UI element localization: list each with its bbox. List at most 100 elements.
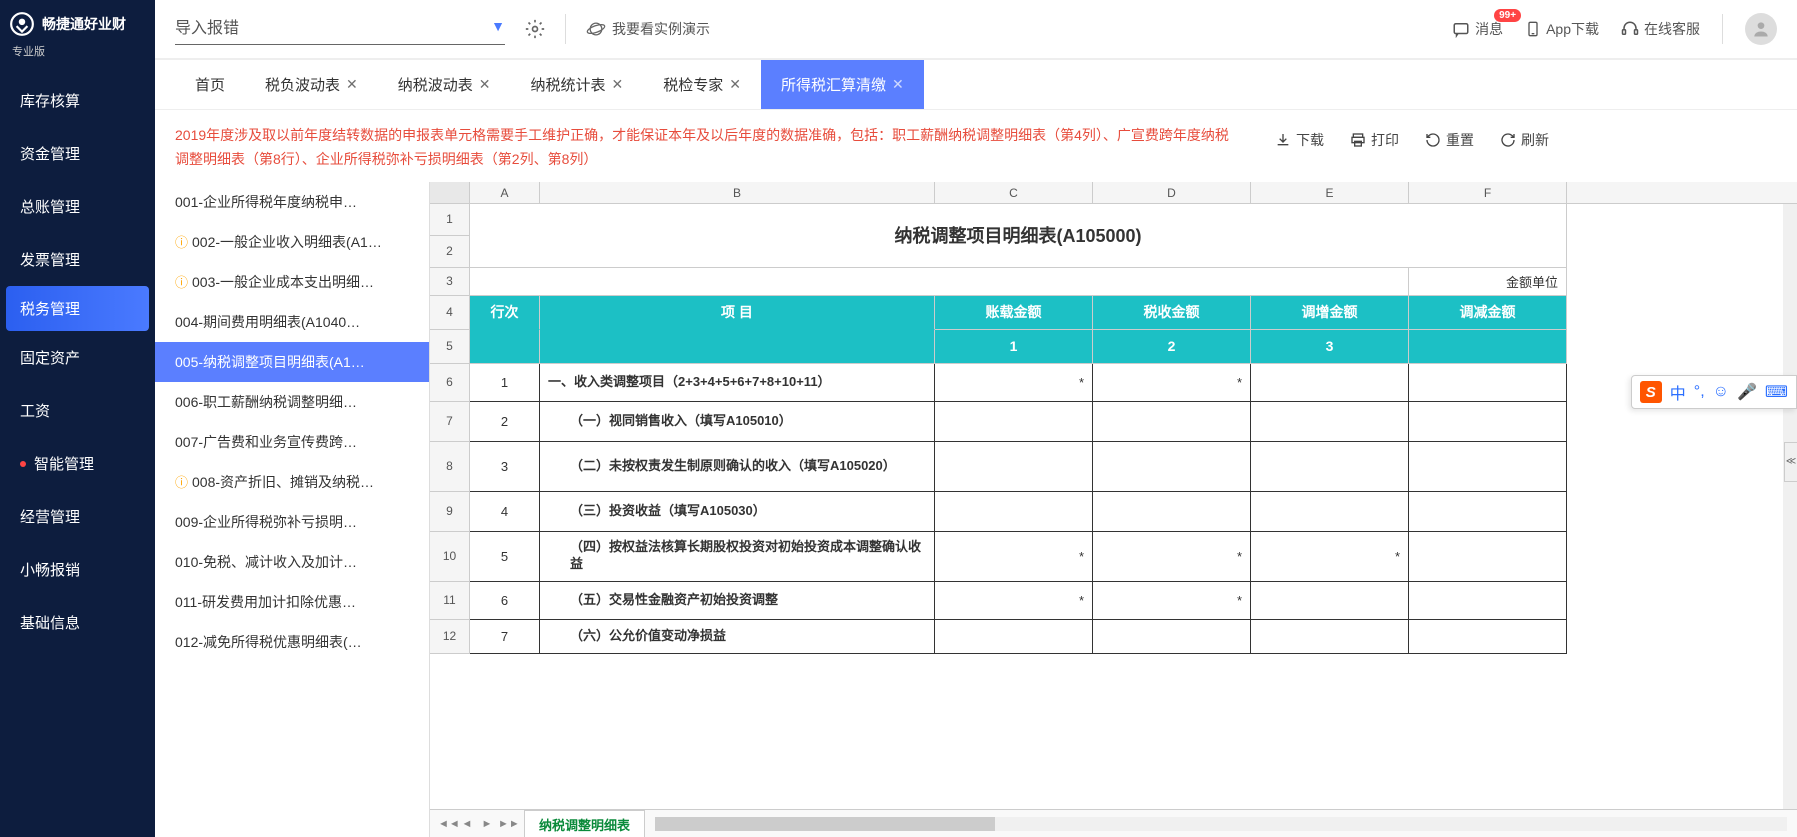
col-header-f[interactable]: F (1409, 182, 1567, 203)
cell[interactable] (1093, 442, 1251, 492)
close-icon[interactable]: ✕ (729, 76, 741, 93)
row-header[interactable]: 1 (430, 204, 470, 236)
refresh-button[interactable]: 刷新 (1500, 130, 1549, 150)
row-header[interactable]: 6 (430, 364, 470, 402)
sidebar-item[interactable]: 资金管理 (0, 127, 155, 180)
cell[interactable] (935, 402, 1093, 442)
cell[interactable] (1251, 364, 1409, 402)
cell[interactable] (935, 620, 1093, 654)
cell[interactable] (1409, 582, 1567, 620)
sidebar-item[interactable]: 固定资产 (0, 331, 155, 384)
cell[interactable]: * (935, 582, 1093, 620)
customer-service-button[interactable]: 在线客服 (1621, 19, 1700, 39)
cell[interactable]: （五）交易性金融资产初始投资调整 (540, 582, 935, 620)
row-header[interactable]: 8 (430, 442, 470, 492)
report-list-item[interactable]: ⓘ002-一般企业收入明细表(A1… (155, 222, 429, 262)
cell[interactable] (1409, 532, 1567, 582)
sheet-nav-next[interactable]: ► (478, 818, 496, 830)
row-header[interactable]: 7 (430, 402, 470, 442)
cell[interactable]: （六）公允价值变动净损益 (540, 620, 935, 654)
report-list-item[interactable]: ⓘ003-一般企业成本支出明细… (155, 262, 429, 302)
report-list-item[interactable]: 001-企业所得税年度纳税申… (155, 182, 429, 222)
cell[interactable]: （三）投资收益（填写A105030） (540, 492, 935, 532)
sheet-nav-first[interactable]: ◄◄ (438, 818, 456, 830)
row-header[interactable]: 5 (430, 330, 470, 364)
cell[interactable] (1409, 364, 1567, 402)
sheet-tab[interactable]: 纳税调整明细表 (524, 810, 645, 837)
page-tab[interactable]: 纳税统计表✕ (511, 60, 644, 109)
cell[interactable]: * (1251, 532, 1409, 582)
report-list-item[interactable]: 009-企业所得税弥补亏损明… (155, 502, 429, 542)
page-tab[interactable]: 税检专家✕ (643, 60, 761, 109)
cell[interactable]: （二）未按权责发生制原则确认的收入（填写A105020） (540, 442, 935, 492)
report-list-item[interactable]: 010-免税、减计收入及加计… (155, 542, 429, 582)
close-icon[interactable]: ✕ (892, 76, 904, 93)
ime-toolbar[interactable]: S 中 °, ☺ 🎤 ⌨ (1631, 375, 1797, 409)
cell[interactable] (1251, 402, 1409, 442)
col-header-d[interactable]: D (1093, 182, 1251, 203)
cell[interactable]: （一）视同销售收入（填写A105010） (540, 402, 935, 442)
report-list-item[interactable]: 005-纳税调整项目明细表(A1… (155, 342, 429, 382)
row-header[interactable]: 12 (430, 620, 470, 654)
report-list-item[interactable]: 011-研发费用加计扣除优惠… (155, 582, 429, 622)
page-tab[interactable]: 所得税汇算清缴✕ (761, 60, 924, 109)
reset-button[interactable]: 重置 (1425, 130, 1474, 150)
page-tab[interactable]: 首页 (175, 60, 245, 109)
cell[interactable] (1251, 620, 1409, 654)
cell[interactable] (1409, 442, 1567, 492)
cell[interactable]: 7 (470, 620, 540, 654)
sheet-title[interactable]: 纳税调整项目明细表(A105000) (470, 204, 1567, 268)
horizontal-scrollbar[interactable] (655, 817, 1787, 831)
cell[interactable]: （四）按权益法核算长期股权投资对初始投资成本调整确认收益 (540, 532, 935, 582)
col-header-e[interactable]: E (1251, 182, 1409, 203)
cell[interactable] (470, 268, 1409, 296)
ime-emoji-icon[interactable]: ☺ (1713, 383, 1729, 401)
sheet-nav-last[interactable]: ►► (498, 818, 516, 830)
ime-punct-icon[interactable]: °, (1694, 383, 1705, 401)
messages-button[interactable]: 消息 99+ (1452, 19, 1503, 39)
select-all-corner[interactable] (430, 182, 470, 203)
page-tab[interactable]: 税负波动表✕ (245, 60, 378, 109)
cell[interactable] (1409, 402, 1567, 442)
cell[interactable]: 5 (470, 532, 540, 582)
cell[interactable] (1093, 492, 1251, 532)
row-header[interactable]: 4 (430, 296, 470, 330)
cell[interactable]: 一、收入类调整项目（2+3+4+5+6+7+8+10+11） (540, 364, 935, 402)
avatar[interactable] (1745, 13, 1777, 45)
cell[interactable] (1093, 402, 1251, 442)
col-header-b[interactable]: B (540, 182, 935, 203)
demo-link[interactable]: 我要看实例演示 (586, 19, 710, 39)
col-header-a[interactable]: A (470, 182, 540, 203)
search-input[interactable]: 导入报错 ▼ (175, 14, 505, 45)
row-header[interactable]: 2 (430, 236, 470, 268)
close-icon[interactable]: ✕ (346, 76, 358, 93)
sidebar-item[interactable]: 基础信息 (0, 596, 155, 649)
ime-mic-icon[interactable]: 🎤 (1737, 382, 1757, 402)
cell[interactable] (1251, 492, 1409, 532)
cell[interactable] (1409, 492, 1567, 532)
cell[interactable] (1093, 620, 1251, 654)
unit-label[interactable]: 金额单位 (1409, 268, 1567, 296)
grid-body[interactable]: 1 2 纳税调整项目明细表(A105000) 3 金额单位 4 行次 (430, 204, 1797, 809)
cell[interactable] (935, 442, 1093, 492)
cell[interactable] (1251, 582, 1409, 620)
cell[interactable] (1409, 620, 1567, 654)
sidebar-item[interactable]: 工资 (0, 384, 155, 437)
report-list-item[interactable]: 004-期间费用明细表(A1040… (155, 302, 429, 342)
row-header[interactable]: 3 (430, 268, 470, 296)
cell[interactable]: 3 (470, 442, 540, 492)
cell[interactable]: * (935, 364, 1093, 402)
report-list-item[interactable]: 012-减免所得税优惠明细表(… (155, 622, 429, 662)
ime-lang[interactable]: 中 (1670, 380, 1686, 404)
cell[interactable]: 1 (470, 364, 540, 402)
cell[interactable]: 4 (470, 492, 540, 532)
cell[interactable]: * (1093, 582, 1251, 620)
vertical-scrollbar[interactable] (1783, 204, 1797, 809)
ime-keyboard-icon[interactable]: ⌨ (1765, 382, 1788, 402)
sheet-nav-prev[interactable]: ◄ (458, 818, 476, 830)
sidebar-item[interactable]: 经营管理 (0, 490, 155, 543)
cell[interactable]: * (1093, 532, 1251, 582)
sidebar-item[interactable]: 发票管理 (0, 233, 155, 286)
download-button[interactable]: 下载 (1275, 130, 1324, 150)
close-icon[interactable]: ✕ (479, 76, 491, 93)
